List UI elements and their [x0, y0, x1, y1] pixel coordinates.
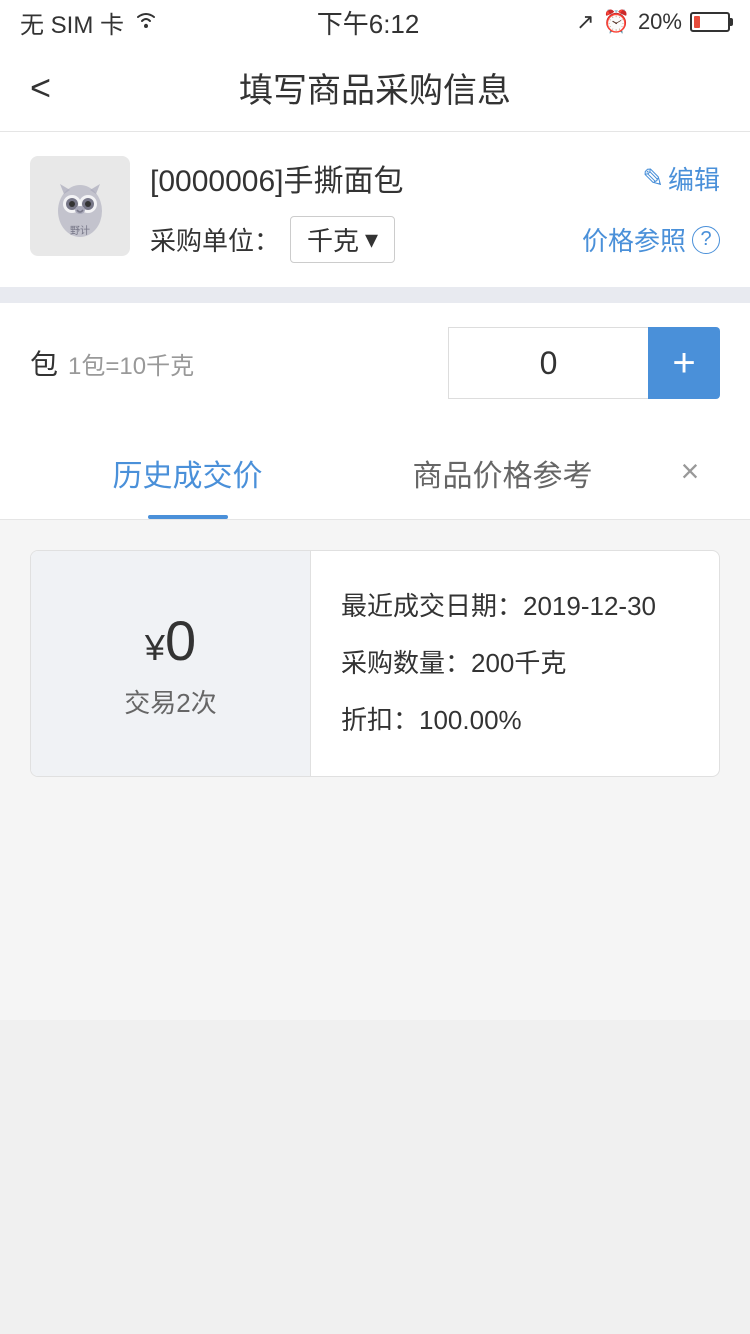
quantity-unit-label: 包	[30, 343, 58, 383]
recent-date-label: 最近成交日期：	[341, 591, 523, 621]
battery-icon	[690, 12, 730, 32]
status-bar: 无 SIM 卡 下午6:12 ↗ ⏰ 20%	[0, 0, 750, 44]
status-right: ↗ ⏰ 20%	[576, 9, 730, 35]
unit-value: 千克	[307, 221, 359, 258]
tabs-container: 历史成交价 商品价格参考 ×	[0, 423, 750, 520]
signal-text: 无 SIM 卡	[20, 5, 124, 40]
purchase-qty-value: 200千克	[471, 648, 566, 678]
wifi-icon	[132, 8, 160, 36]
tab-product-price-ref-label: 商品价格参考	[413, 460, 593, 493]
price-value: 0	[165, 609, 196, 672]
price-ref-label: 价格参照	[582, 221, 686, 258]
discount-label: 折扣：	[341, 705, 419, 735]
content-area: ¥0 交易2次 最近成交日期：2019-12-30 采购数量：200千克 折扣：…	[0, 520, 750, 1020]
edit-button[interactable]: ✎ 编辑	[642, 160, 720, 197]
dropdown-icon: ▾	[365, 224, 378, 255]
status-time: 下午6:12	[317, 4, 420, 41]
transaction-count: 交易2次	[124, 683, 216, 720]
nav-bar: < 填写商品采购信息	[0, 44, 750, 132]
transaction-details: 最近成交日期：2019-12-30 采购数量：200千克 折扣：100.00%	[311, 551, 719, 776]
edit-icon: ✎	[642, 163, 664, 194]
edit-label: 编辑	[668, 160, 720, 197]
battery-percent: 20%	[638, 9, 682, 35]
tab-product-price-ref[interactable]: 商品价格参考	[345, 423, 660, 519]
purchase-unit-label: 采购单位：	[150, 221, 280, 258]
tab-history-price-label: 历史成交价	[113, 460, 263, 493]
quantity-unit-info: 1包=10千克	[68, 346, 448, 381]
location-icon: ↗	[576, 9, 594, 35]
recent-date-value: 2019-12-30	[523, 591, 656, 621]
transaction-price: ¥0	[145, 608, 196, 673]
quantity-input[interactable]: 0	[448, 327, 648, 399]
product-image: 野计	[30, 156, 130, 256]
help-icon: ?	[692, 226, 720, 254]
discount-row: 折扣：100.00%	[341, 701, 689, 740]
product-header: [0000006]手撕面包 ✎ 编辑	[150, 156, 720, 200]
svg-text:野计: 野计	[70, 224, 90, 237]
section-divider	[0, 287, 750, 303]
purchase-unit: 采购单位： 千克 ▾	[150, 216, 395, 263]
purchase-row: 采购单位： 千克 ▾ 价格参照 ?	[150, 216, 720, 263]
transaction-card: ¥0 交易2次 最近成交日期：2019-12-30 采购数量：200千克 折扣：…	[30, 550, 720, 777]
currency-symbol: ¥	[145, 627, 165, 668]
tab-close-button[interactable]: ×	[660, 441, 720, 501]
product-owl-icon: 野计	[40, 166, 120, 246]
page-title: 填写商品采购信息	[90, 63, 660, 112]
status-left: 无 SIM 卡	[20, 5, 160, 40]
quantity-row: 包 1包=10千克 0 +	[0, 303, 750, 423]
quantity-plus-button[interactable]: +	[648, 327, 720, 399]
transaction-price-section: ¥0 交易2次	[31, 551, 311, 776]
quantity-input-area: 0 +	[448, 327, 720, 399]
purchase-qty-row: 采购数量：200千克	[341, 644, 689, 683]
purchase-qty-label: 采购数量：	[341, 648, 471, 678]
tab-history-price[interactable]: 历史成交价	[30, 423, 345, 519]
product-card: 野计 [0000006]手撕面包 ✎ 编辑 采购单位： 千克 ▾ 价格参照 ?	[0, 132, 750, 287]
price-reference-button[interactable]: 价格参照 ?	[582, 221, 720, 258]
unit-select[interactable]: 千克 ▾	[290, 216, 395, 263]
discount-value: 100.00%	[419, 705, 522, 735]
recent-date-row: 最近成交日期：2019-12-30	[341, 587, 689, 626]
product-info: [0000006]手撕面包 ✎ 编辑 采购单位： 千克 ▾ 价格参照 ?	[150, 156, 720, 263]
product-name: [0000006]手撕面包	[150, 156, 403, 200]
alarm-icon: ⏰	[603, 9, 630, 35]
back-button[interactable]: <	[30, 67, 90, 109]
